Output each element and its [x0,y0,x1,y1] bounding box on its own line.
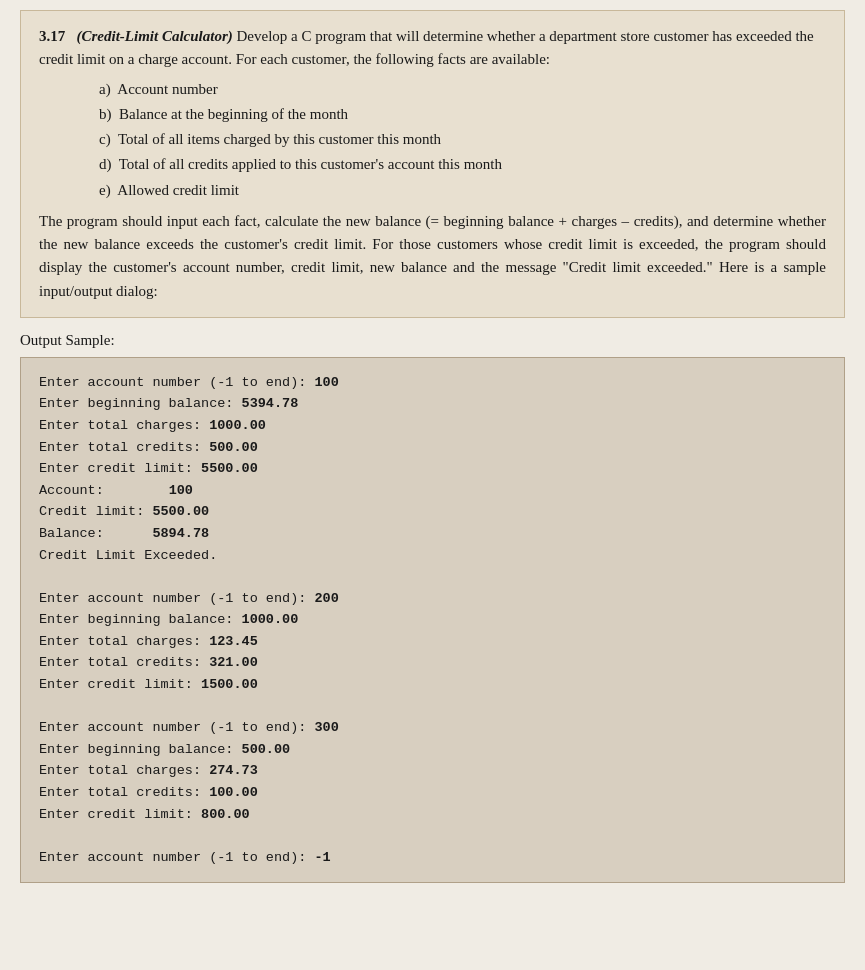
terminal-prompt: Enter credit limit: [39,807,201,822]
terminal-prompt: Credit limit: [39,504,152,519]
terminal-value: 100 [169,483,193,498]
terminal-prompt: Enter beginning balance: [39,612,242,627]
terminal-value: 500.00 [242,742,291,757]
problem-list-item: d) Total of all credits applied to this … [99,153,826,176]
terminal-prompt: Enter total charges: [39,763,209,778]
terminal-prompt: Enter total credits: [39,655,209,670]
terminal-prompt: Enter beginning balance: [39,396,242,411]
problem-list: a) Account numberb) Balance at the begin… [99,78,826,202]
terminal-prompt: Enter account number (-1 to end): [39,591,314,606]
terminal-prompt: Enter total credits: [39,785,209,800]
terminal-prompt: Enter account number (-1 to end): [39,720,314,735]
terminal-prompt: Credit Limit Exceeded. [39,548,217,563]
terminal-value: 5500.00 [152,504,209,519]
terminal-value: 300 [314,720,338,735]
terminal-prompt: Enter account number (-1 to end): [39,850,314,865]
problem-box: 3.17 (Credit-Limit Calculator) Develop a… [20,10,845,318]
terminal-value: 5394.78 [242,396,299,411]
terminal-prompt: Balance: [39,526,152,541]
terminal-value: 800.00 [201,807,250,822]
terminal-value: 321.00 [209,655,258,670]
terminal-value: 5894.78 [152,526,209,541]
problem-list-item: c) Total of all items charged by this cu… [99,128,826,151]
terminal-box: Enter account number (-1 to end): 100 En… [20,357,845,884]
terminal-prompt: Enter total charges: [39,634,209,649]
problem-number: 3.17 [39,28,65,44]
terminal-value: 200 [314,591,338,606]
terminal-prompt: Account: [39,483,169,498]
output-label: Output Sample: [20,332,845,349]
terminal-prompt: Enter credit limit: [39,461,201,476]
terminal-value: 100 [314,375,338,390]
terminal-prompt: Enter account number (-1 to end): [39,375,314,390]
terminal-prompt: Enter total charges: [39,418,209,433]
problem-title: (Credit-Limit Calculator) [77,28,233,44]
problem-list-item: b) Balance at the beginning of the month [99,103,826,126]
problem-body: The program should input each fact, calc… [39,210,826,303]
terminal-value: 1000.00 [242,612,299,627]
problem-list-item: e) Allowed credit limit [99,179,826,202]
terminal-value: 1500.00 [201,677,258,692]
terminal-prompt: Enter beginning balance: [39,742,242,757]
terminal-prompt: Enter credit limit: [39,677,201,692]
terminal-value: -1 [314,850,330,865]
terminal-value: 100.00 [209,785,258,800]
terminal-value: 1000.00 [209,418,266,433]
terminal-value: 5500.00 [201,461,258,476]
terminal-value: 500.00 [209,440,258,455]
terminal-value: 123.45 [209,634,258,649]
terminal-prompt: Enter total credits: [39,440,209,455]
terminal-value: 274.73 [209,763,258,778]
problem-list-item: a) Account number [99,78,826,101]
